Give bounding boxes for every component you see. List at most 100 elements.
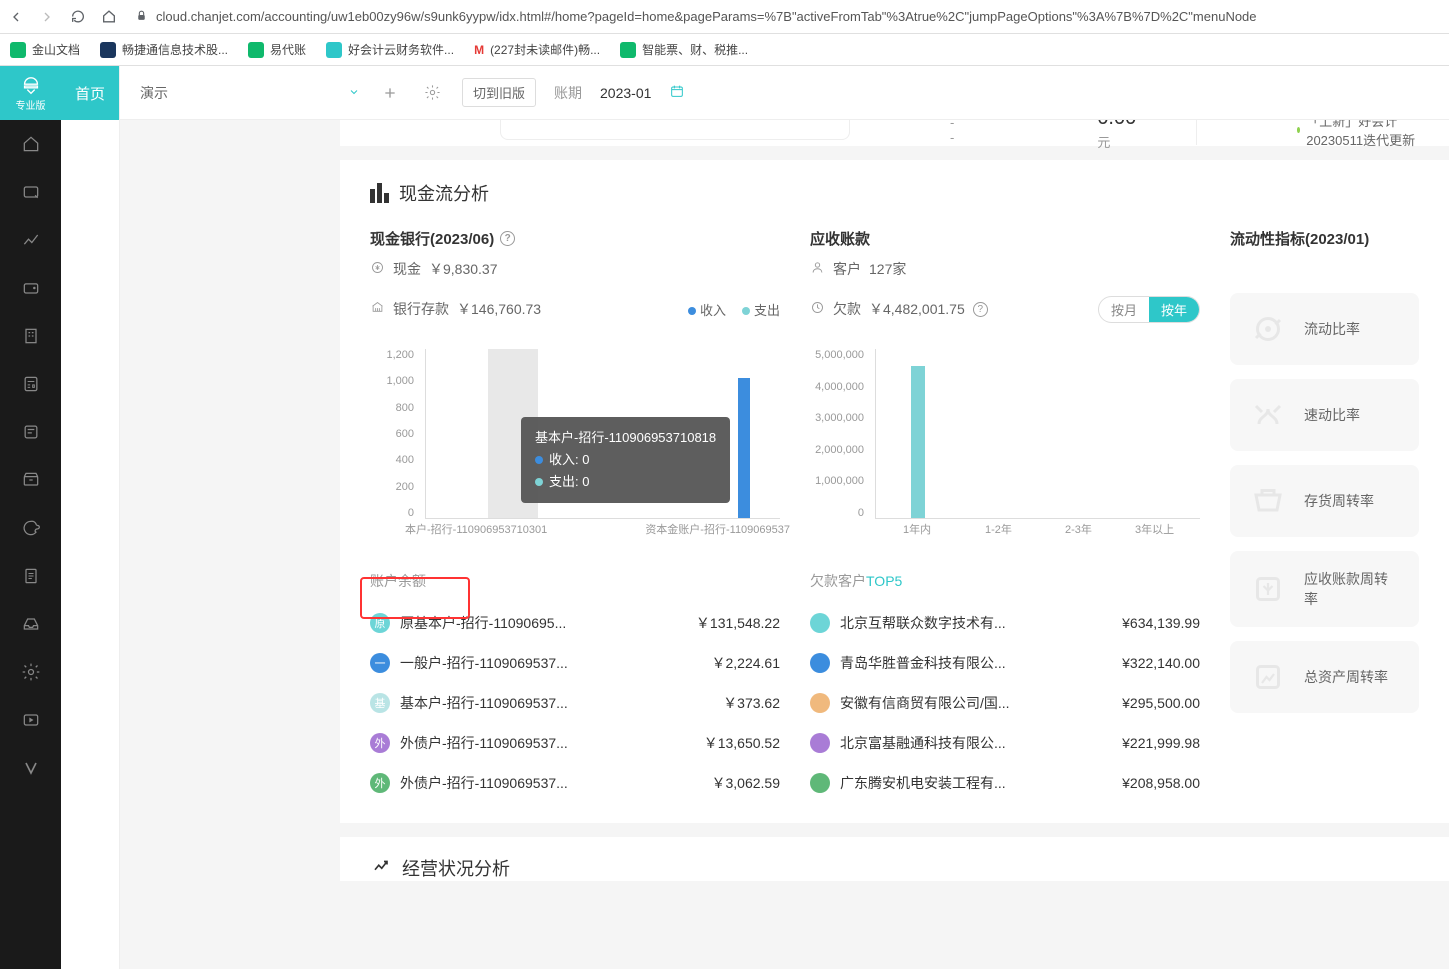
rail-building-icon[interactable] bbox=[11, 314, 51, 358]
period-value: 2023-01 bbox=[600, 85, 651, 101]
amount: ¥322,140.00 bbox=[1122, 655, 1200, 671]
account-name: 外债户-招行-1109069537... bbox=[400, 773, 568, 793]
balance-row[interactable]: 外外债户-招行-1109069537...￥13,650.52 bbox=[370, 723, 780, 763]
amount: ¥221,999.98 bbox=[1122, 735, 1200, 751]
balance-heading: 账户余额 bbox=[370, 571, 780, 591]
rail-gear-icon[interactable] bbox=[11, 650, 51, 694]
rail-receipt-icon[interactable] bbox=[11, 410, 51, 454]
bookmark-icon bbox=[620, 42, 636, 58]
rail-v-icon[interactable] bbox=[11, 746, 51, 790]
rail-doc-icon[interactable] bbox=[11, 554, 51, 598]
account-name: 原基本户-招行-11090695... bbox=[400, 613, 566, 633]
add-button[interactable] bbox=[378, 81, 402, 105]
bookmark-label: 智能票、财、税推... bbox=[642, 41, 748, 58]
rail-home-icon[interactable] bbox=[11, 122, 51, 166]
bookmark-label: 畅捷通信息技术股... bbox=[122, 41, 228, 58]
debtor-name: 广东腾安机电安装工程有... bbox=[840, 773, 1006, 793]
forward-button[interactable] bbox=[39, 9, 55, 25]
rail-inbox-icon[interactable] bbox=[11, 602, 51, 646]
metric-card[interactable]: 速动比率 bbox=[1230, 379, 1419, 451]
debtor-row[interactable]: 青岛华胜普金科技有限公...¥322,140.00 bbox=[810, 643, 1200, 683]
bookmark-item[interactable]: 易代账 bbox=[248, 41, 306, 58]
badge-icon bbox=[810, 653, 830, 673]
badge-icon: 外 bbox=[370, 773, 390, 793]
badge-icon bbox=[810, 693, 830, 713]
bookmark-item[interactable]: 好会计云财务软件... bbox=[326, 41, 454, 58]
bookmark-icon bbox=[248, 42, 264, 58]
rail-card-icon[interactable] bbox=[11, 170, 51, 214]
url-text: cloud.chanjet.com/accounting/uw1eb00zy96… bbox=[156, 9, 1257, 24]
bookmark-icon bbox=[100, 42, 116, 58]
balance-row[interactable]: 原原基本户-招行-11090695...￥131,548.22 bbox=[370, 603, 780, 643]
cash-stat: 现金 ￥9,830.37 bbox=[370, 259, 780, 279]
ar-chart[interactable]: 5,000,000 4,000,000 3,000,000 2,000,000 … bbox=[810, 349, 1200, 549]
metric-card[interactable]: 总资产周转率 bbox=[1230, 641, 1419, 713]
reload-button[interactable] bbox=[70, 9, 86, 25]
coin-icon bbox=[370, 260, 385, 278]
bookmark-item[interactable]: M(227封未读邮件)畅... bbox=[474, 41, 600, 58]
rail-palette-icon[interactable] bbox=[11, 506, 51, 550]
url-bar[interactable]: cloud.chanjet.com/accounting/uw1eb00zy96… bbox=[125, 5, 1441, 29]
debtor-row[interactable]: 北京互帮联众数字技术有...¥634,139.99 bbox=[810, 603, 1200, 643]
org-selector[interactable]: 演示 bbox=[140, 83, 360, 103]
rail-archive-icon[interactable] bbox=[11, 458, 51, 502]
cash-chart[interactable]: 1,200 1,000 800 600 400 200 0 bbox=[370, 349, 780, 549]
truncated-row: -- 0.00元 「上新」好会计20230511迭代更新 bbox=[340, 120, 1449, 146]
news-dot-icon bbox=[1297, 127, 1300, 133]
help-icon[interactable]: ? bbox=[500, 231, 515, 246]
bookmark-item[interactable]: 智能票、财、税推... bbox=[620, 41, 748, 58]
logo-label: 专业版 bbox=[16, 97, 46, 112]
debtor-row[interactable]: 北京富基融通科技有限公...¥221,999.98 bbox=[810, 723, 1200, 763]
amount: ¥208,958.00 bbox=[1122, 775, 1200, 791]
toggle-year[interactable]: 按年 bbox=[1149, 297, 1199, 322]
sub-nav: 首页 bbox=[61, 66, 120, 969]
debtor-row[interactable]: 广东腾安机电安装工程有... ¥208,958.00 bbox=[810, 763, 1200, 803]
debtor-name: 安徽有信商贸有限公司/国... bbox=[840, 693, 1010, 713]
amount: ￥3,062.59 bbox=[712, 773, 781, 793]
balance-row[interactable]: 一一般户-招行-1109069537...￥2,224.61 bbox=[370, 643, 780, 683]
badge-icon: 一 bbox=[370, 653, 390, 673]
bookmark-label: 好会计云财务软件... bbox=[348, 41, 454, 58]
badge-icon: 原 bbox=[370, 613, 390, 633]
toggle-month[interactable]: 按月 bbox=[1099, 297, 1149, 322]
business-card: 经营状况分析 bbox=[340, 837, 1449, 881]
metric-card[interactable]: 流动比率 bbox=[1230, 293, 1419, 365]
rail-video-icon[interactable] bbox=[11, 698, 51, 742]
balance-row[interactable]: 外外债户-招行-1109069537... ￥3,062.59 bbox=[370, 763, 780, 803]
home-button[interactable] bbox=[101, 9, 117, 25]
legend: 收入 支出 bbox=[688, 300, 780, 319]
bookmark-item[interactable]: 畅捷通信息技术股... bbox=[100, 41, 228, 58]
switch-old-button[interactable]: 切到旧版 bbox=[462, 78, 536, 107]
calendar-icon[interactable] bbox=[669, 83, 685, 102]
bars-icon bbox=[370, 183, 389, 203]
balance-row[interactable]: 基基本户-招行-1109069537...￥373.62 bbox=[370, 683, 780, 723]
settings-button[interactable] bbox=[420, 81, 444, 105]
amount-display: 0.00元 bbox=[1097, 120, 1136, 153]
metric-label: 应收账款周转率 bbox=[1304, 569, 1399, 609]
chart-tooltip: 基本户-招行-110906953710818 收入: 0 支出: 0 bbox=[521, 417, 730, 503]
metric-label: 流动比率 bbox=[1304, 319, 1360, 339]
bookmark-label: (227封未读邮件)畅... bbox=[490, 41, 600, 58]
app-logo[interactable]: 专业版 bbox=[0, 66, 61, 120]
subnav-home[interactable]: 首页 bbox=[61, 66, 119, 120]
section-title: 经营状况分析 bbox=[370, 855, 1419, 881]
news-item[interactable]: 「上新」好会计20230511迭代更新 bbox=[1297, 120, 1419, 149]
help-icon[interactable]: ? bbox=[973, 302, 988, 317]
metric-icon bbox=[1250, 659, 1286, 695]
debtor-row[interactable]: 安徽有信商贸有限公司/国...¥295,500.00 bbox=[810, 683, 1200, 723]
top-bar: 演示 切到旧版 账期 2023-01 bbox=[120, 66, 1449, 120]
period-label: 账期 bbox=[554, 83, 582, 103]
metric-card[interactable]: 存货周转率 bbox=[1230, 465, 1419, 537]
bank-icon bbox=[370, 300, 385, 318]
rail-wallet-icon[interactable] bbox=[11, 266, 51, 310]
back-button[interactable] bbox=[8, 9, 24, 25]
trend-icon bbox=[370, 857, 392, 880]
bookmark-icon bbox=[10, 42, 26, 58]
rail-chart-icon[interactable] bbox=[11, 218, 51, 262]
rail-calc-icon[interactable] bbox=[11, 362, 51, 406]
badge-icon: 基 bbox=[370, 693, 390, 713]
amount: ¥634,139.99 bbox=[1122, 615, 1200, 631]
metric-card[interactable]: 应收账款周转率 bbox=[1230, 551, 1419, 627]
x-axis: 本户-招行-110906953710301 资本金账户-招行-110906953… bbox=[425, 521, 780, 549]
bookmark-item[interactable]: 金山文档 bbox=[10, 41, 80, 58]
